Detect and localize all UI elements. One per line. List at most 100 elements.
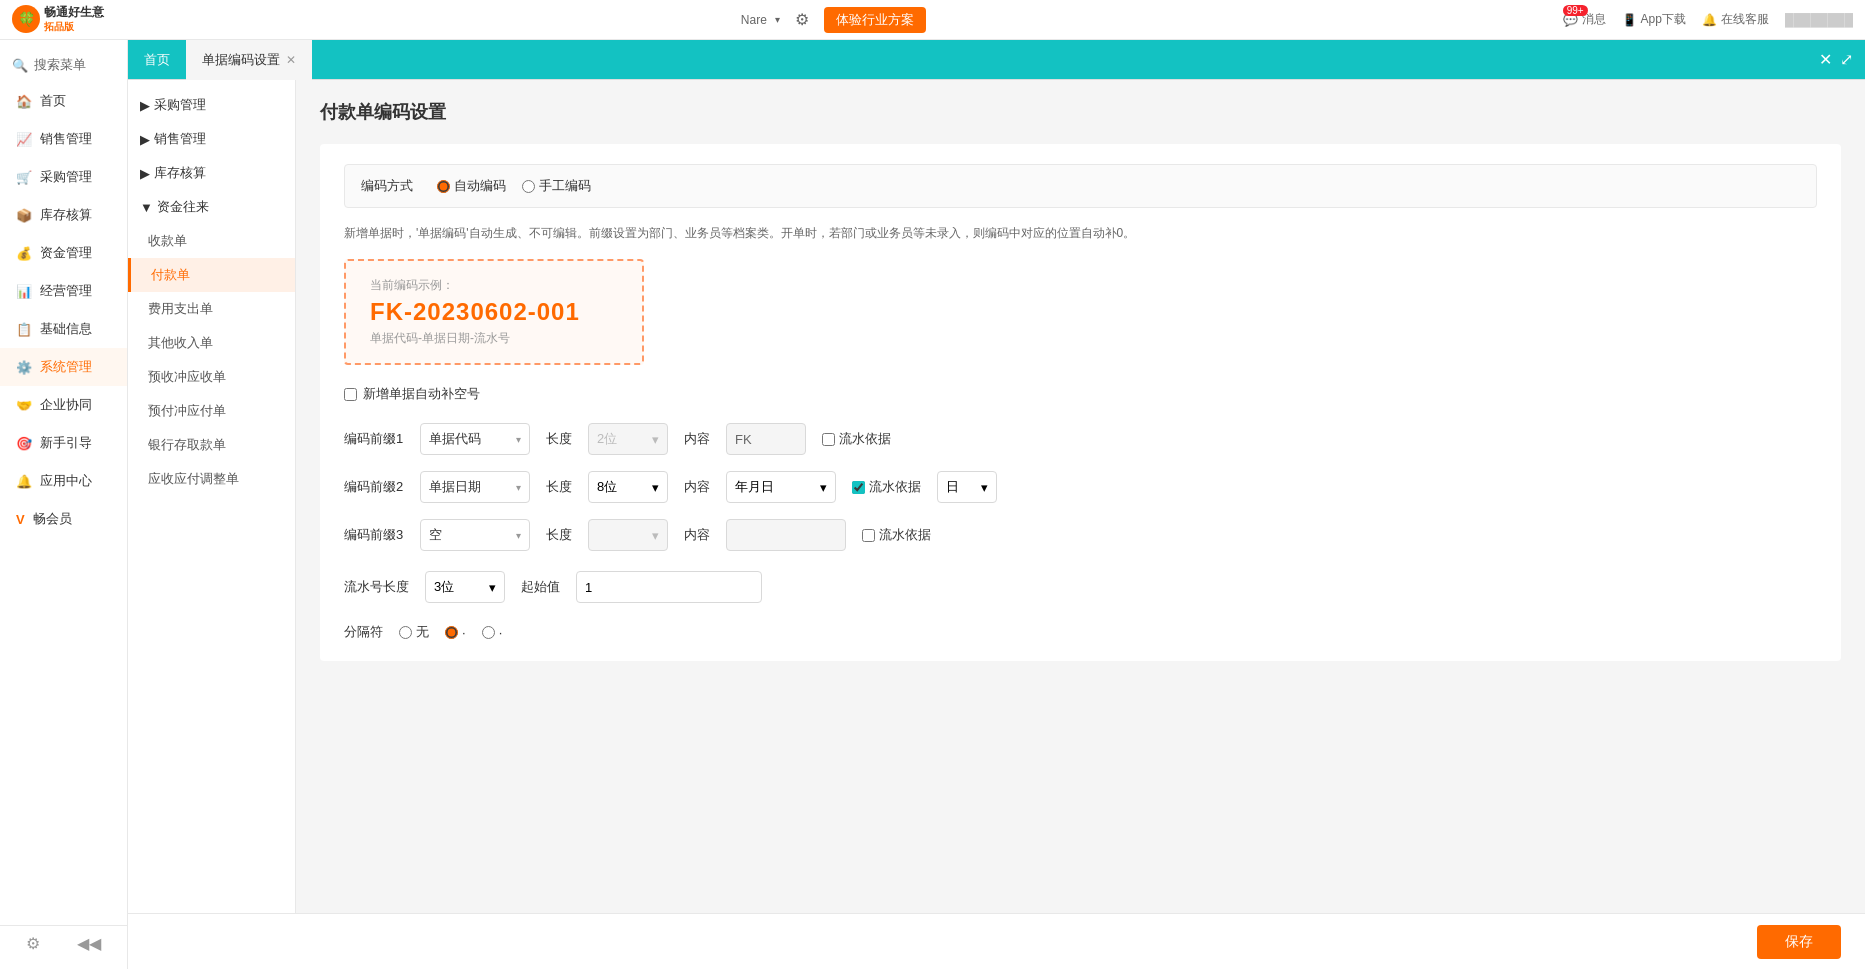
stream-wrap-1: 流水依据 — [822, 430, 891, 448]
radio-auto[interactable]: 自动编码 — [437, 177, 506, 195]
chevron-down-prefix2-icon: ▾ — [516, 482, 521, 493]
auto-fill-checkbox[interactable] — [344, 388, 357, 401]
user-label: ████████ — [1785, 13, 1853, 27]
stream-checkbox-1[interactable] — [822, 433, 835, 446]
prefix-select-3[interactable]: 空 ▾ — [420, 519, 530, 551]
sidebar-item-finance[interactable]: 💰 资金管理 — [0, 234, 127, 272]
sep-radio-dot-input[interactable] — [445, 626, 458, 639]
stream-checkbox-2[interactable] — [852, 481, 865, 494]
chevron-right-icon: ▶ — [140, 98, 150, 113]
nav-item-adjustment[interactable]: 应收应付调整单 — [128, 462, 295, 496]
message-button[interactable]: 💬 99+ 消息 — [1563, 11, 1606, 28]
nav-item-payment[interactable]: 付款单 — [128, 258, 295, 292]
sidebar-item-basic[interactable]: 📋 基础信息 — [0, 310, 127, 348]
sidebar-item-sales[interactable]: 📈 销售管理 — [0, 120, 127, 158]
tab-close-icon[interactable]: ✕ — [286, 53, 296, 67]
tab-encode-settings[interactable]: 单据编码设置 ✕ — [186, 40, 312, 80]
nav-group-inventory-label: 库存核算 — [154, 164, 206, 182]
encode-radio-group: 自动编码 手工编码 — [437, 177, 591, 195]
length-select-2[interactable]: 8位 ▾ — [588, 471, 668, 503]
message-badge: 99+ — [1563, 5, 1588, 16]
code-preview-sub: 单据代码-单据日期-流水号 — [370, 330, 618, 347]
enterprise-icon: 🤝 — [16, 398, 32, 413]
gear-icon[interactable]: ⚙ — [788, 6, 816, 34]
separator-radio-group: 无 · · — [399, 623, 502, 641]
radio-manual[interactable]: 手工编码 — [522, 177, 591, 195]
nav-group-capital-header[interactable]: ▼ 资金往来 — [128, 190, 295, 224]
separator-label: 分隔符 — [344, 623, 383, 641]
sep-radio-none[interactable]: 无 — [399, 623, 429, 641]
stream-checkbox-3[interactable] — [862, 529, 875, 542]
sidebar-item-sales-label: 销售管理 — [40, 130, 92, 148]
logo-title: 畅通好生意 — [44, 5, 104, 19]
logo-text-wrap: 畅通好生意 拓品版 — [44, 5, 104, 33]
nav-item-expense[interactable]: 费用支出单 — [128, 292, 295, 326]
content-label-2: 内容 — [684, 478, 710, 496]
sep-radio-none-input[interactable] — [399, 626, 412, 639]
nav-group-sales-header[interactable]: ▶ 销售管理 — [128, 122, 295, 156]
sep-radio-dot[interactable]: · — [445, 625, 466, 640]
prefix-select-1[interactable]: 单据代码 ▾ — [420, 423, 530, 455]
sidebar-item-home[interactable]: 🏠 首页 — [0, 82, 127, 120]
breadcrumb: Nare — [741, 13, 767, 27]
nav-group-sales-label: 销售管理 — [154, 130, 206, 148]
content-select-2[interactable]: 年月日 ▾ — [726, 471, 836, 503]
user-avatar[interactable]: ████████ — [1785, 13, 1853, 27]
sidebar-item-guide-label: 新手引导 — [40, 434, 92, 452]
content-label-1: 内容 — [684, 430, 710, 448]
nav-item-bank[interactable]: 银行存取款单 — [128, 428, 295, 462]
search-menu[interactable]: 🔍 搜索菜单 — [0, 48, 127, 82]
home-icon: 🏠 — [16, 94, 32, 109]
app-download-button[interactable]: 📱 App下载 — [1622, 11, 1686, 28]
save-button[interactable]: 保存 — [1757, 925, 1841, 959]
sep-radio-dash[interactable]: · — [482, 625, 503, 640]
sidebar-item-operation-label: 经营管理 — [40, 282, 92, 300]
separator-row: 分隔符 无 · · — [344, 623, 1817, 641]
nav-group-capital-label: 资金往来 — [157, 198, 209, 216]
nav-group-purchase-header[interactable]: ▶ 采购管理 — [128, 88, 295, 122]
day-select[interactable]: 日 ▾ — [937, 471, 997, 503]
top-bar-left: 🍀 畅通好生意 拓品版 — [12, 5, 104, 33]
sidebar-item-system[interactable]: ⚙️ 系统管理 — [0, 348, 127, 386]
sidebar-item-guide[interactable]: 🎯 新手引导 — [0, 424, 127, 462]
stream-label-3: 流水依据 — [879, 526, 931, 544]
radio-auto-label: 自动编码 — [454, 177, 506, 195]
sidebar-item-operation[interactable]: 📊 经营管理 — [0, 272, 127, 310]
collapse-icon[interactable]: ◀◀ — [77, 934, 101, 953]
secondary-sidebar: ▶ 采购管理 ▶ 销售管理 ▶ 库存核算 — [128, 80, 296, 913]
start-label: 起始值 — [521, 578, 560, 596]
sidebar-item-apps-label: 应用中心 — [40, 472, 92, 490]
chevron-down-icon[interactable]: ▾ — [775, 14, 780, 25]
trial-button[interactable]: 体验行业方案 — [824, 7, 926, 33]
nav-item-other-income[interactable]: 其他收入单 — [128, 326, 295, 360]
sidebar-item-apps[interactable]: 🔔 应用中心 — [0, 462, 127, 500]
nav-item-receipt[interactable]: 收款单 — [128, 224, 295, 258]
sidebar-item-purchase[interactable]: 🛒 采购管理 — [0, 158, 127, 196]
nav-item-pre-receipt[interactable]: 预收冲应收单 — [128, 360, 295, 394]
sep-radio-dash-input[interactable] — [482, 626, 495, 639]
sidebar-item-enterprise[interactable]: 🤝 企业协同 — [0, 386, 127, 424]
nav-group-inventory-header[interactable]: ▶ 库存核算 — [128, 156, 295, 190]
sidebar-item-member[interactable]: V 畅会员 — [0, 500, 127, 538]
window-maximize-button[interactable]: ⤢ — [1840, 50, 1853, 69]
start-input[interactable] — [576, 571, 762, 603]
sales-icon: 📈 — [16, 132, 32, 147]
tab-bar-actions: ✕ ⤢ — [1819, 50, 1865, 69]
auto-fill-row: 新增单据自动补空号 — [344, 385, 1817, 403]
tab-home[interactable]: 首页 — [128, 40, 186, 80]
settings-bottom-icon[interactable]: ⚙ — [26, 934, 40, 953]
purchase-icon: 🛒 — [16, 170, 32, 185]
sep-radio-dash-label: · — [499, 625, 503, 640]
stream-label-2: 流水依据 — [869, 478, 921, 496]
auto-fill-label: 新增单据自动补空号 — [363, 385, 480, 403]
prefix-select-2[interactable]: 单据日期 ▾ — [420, 471, 530, 503]
window-minimize-button[interactable]: ✕ — [1819, 50, 1832, 69]
sidebar-item-member-label: 畅会员 — [33, 510, 72, 528]
radio-auto-input[interactable] — [437, 180, 450, 193]
radio-manual-input[interactable] — [522, 180, 535, 193]
sep-radio-none-label: 无 — [416, 623, 429, 641]
serial-select[interactable]: 3位 ▾ — [425, 571, 505, 603]
sidebar-item-inventory[interactable]: 📦 库存核算 — [0, 196, 127, 234]
nav-item-pre-payment[interactable]: 预付冲应付单 — [128, 394, 295, 428]
online-service-button[interactable]: 🔔 在线客服 — [1702, 11, 1769, 28]
